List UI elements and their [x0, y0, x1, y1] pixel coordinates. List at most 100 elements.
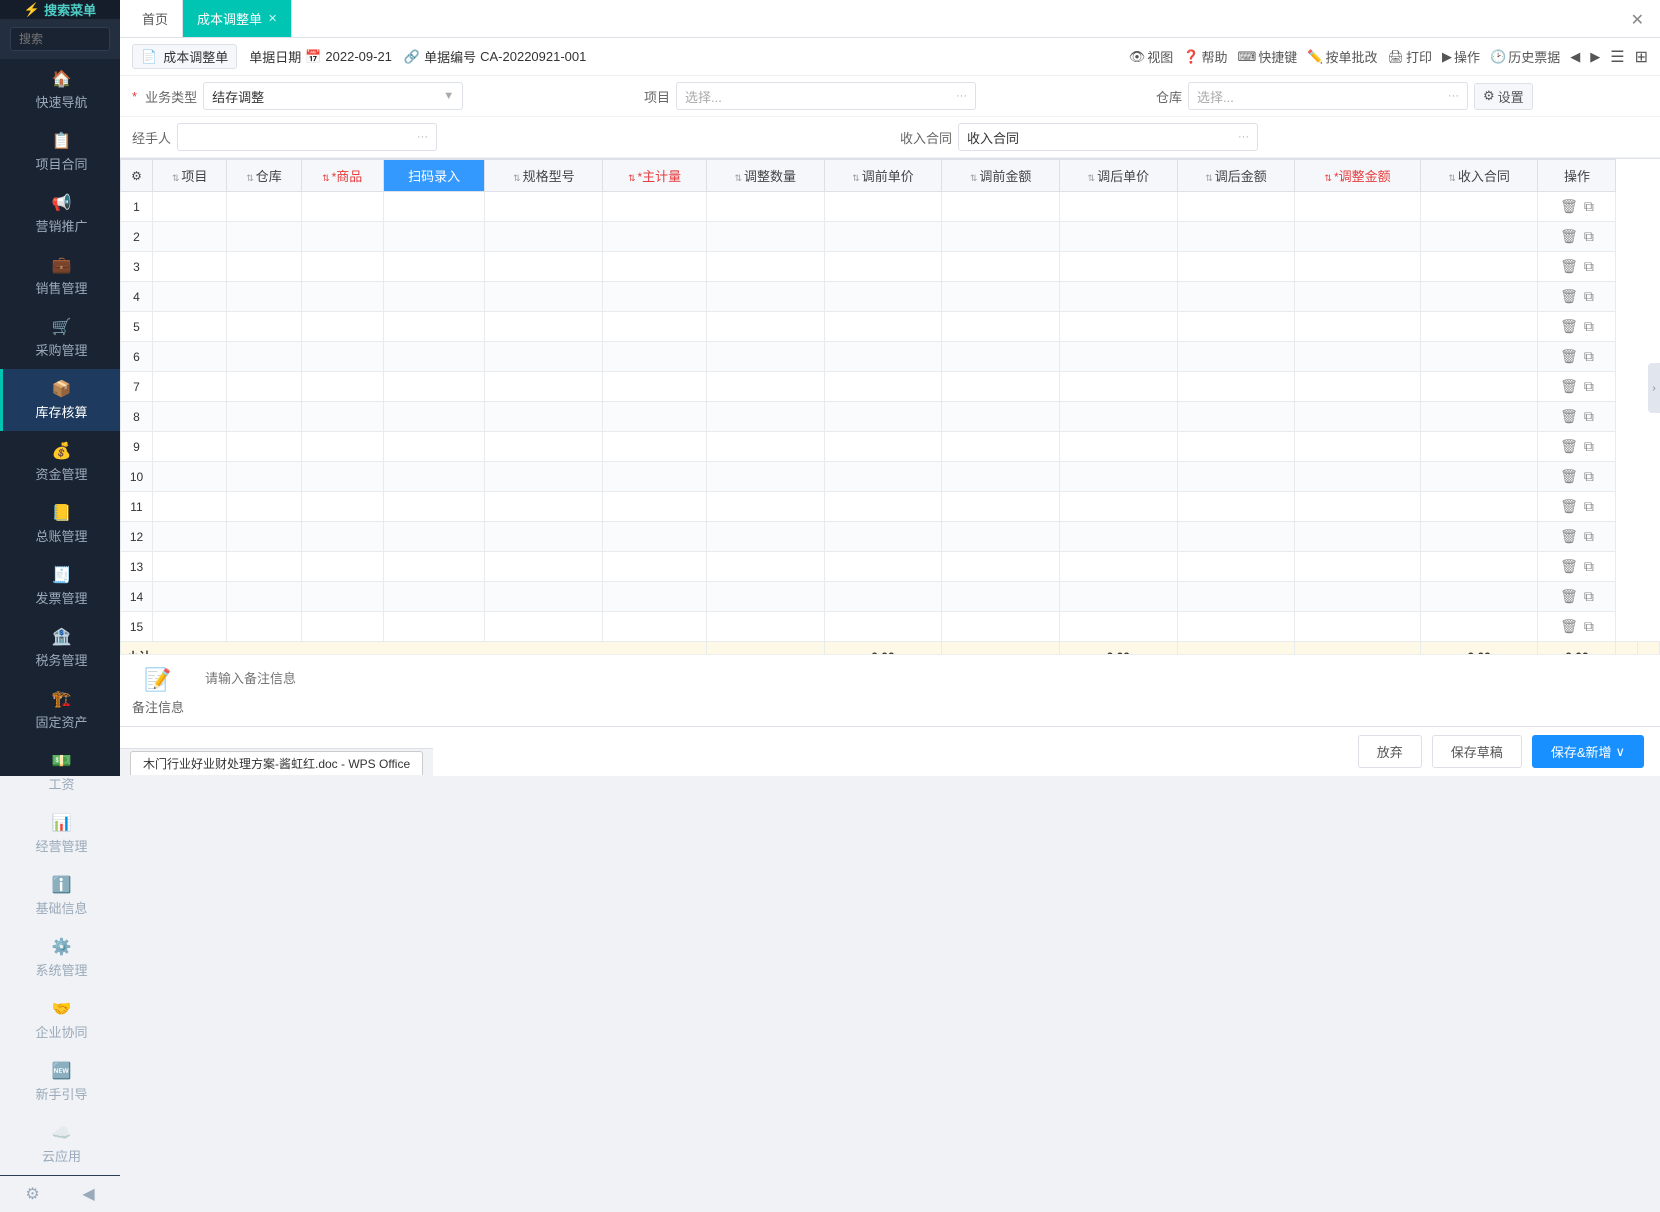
right-collapse-handle[interactable]: › — [1648, 363, 1660, 413]
table-cell[interactable] — [153, 582, 227, 612]
delete-row-button[interactable]: 🗑 — [1560, 228, 1578, 245]
table-cell[interactable] — [603, 252, 707, 282]
table-cell[interactable] — [942, 462, 1060, 492]
sidebar-item-sales-promotion[interactable]: 📢 营销推广 — [0, 183, 120, 245]
collapse-bottom-button[interactable]: ◀ — [82, 1184, 94, 1204]
table-cell[interactable] — [942, 432, 1060, 462]
table-cell[interactable] — [383, 402, 485, 432]
table-row[interactable]: 3🗑⧉ — [121, 252, 1660, 282]
table-cell[interactable] — [824, 222, 942, 252]
delete-row-button[interactable]: 🗑 — [1560, 408, 1578, 425]
table-cell[interactable] — [301, 522, 383, 552]
copy-row-button[interactable]: ⧉ — [1584, 288, 1594, 305]
table-cell[interactable] — [301, 492, 383, 522]
table-cell[interactable] — [1295, 312, 1420, 342]
table-cell[interactable] — [1059, 282, 1177, 312]
table-cell[interactable] — [383, 522, 485, 552]
action-cell[interactable]: 🗑⧉ — [1538, 192, 1616, 222]
table-cell[interactable] — [1295, 402, 1420, 432]
table-cell[interactable] — [706, 522, 824, 552]
table-cell[interactable] — [706, 222, 824, 252]
copy-row-button[interactable]: ⧉ — [1584, 348, 1594, 365]
warehouse-input[interactable]: 选择... ··· — [1188, 82, 1468, 110]
table-cell[interactable] — [485, 552, 603, 582]
batch-edit-btn[interactable]: ✏️ 按单批改 — [1307, 47, 1377, 66]
copy-row-button[interactable]: ⧉ — [1584, 588, 1594, 605]
table-cell[interactable] — [824, 492, 942, 522]
table-cell[interactable] — [227, 492, 301, 522]
table-cell[interactable] — [824, 522, 942, 552]
table-cell[interactable] — [706, 342, 824, 372]
table-cell[interactable] — [153, 402, 227, 432]
table-row[interactable]: 4🗑⧉ — [121, 282, 1660, 312]
table-row[interactable]: 1🗑⧉ — [121, 192, 1660, 222]
table-cell[interactable] — [824, 582, 942, 612]
table-cell[interactable] — [824, 372, 942, 402]
table-cell[interactable] — [824, 432, 942, 462]
table-cell[interactable] — [485, 522, 603, 552]
table-cell[interactable] — [1420, 462, 1538, 492]
sidebar-item-quick-nav[interactable]: 🏠 快速导航 — [0, 59, 120, 121]
table-cell[interactable] — [153, 192, 227, 222]
table-cell[interactable] — [227, 522, 301, 552]
table-cell[interactable] — [1295, 612, 1420, 642]
wps-tab[interactable]: 木门行业好业财处理方案-酱虹红.doc - WPS Office — [130, 751, 423, 775]
copy-row-button[interactable]: ⧉ — [1584, 438, 1594, 455]
col-scan-input[interactable]: 扫码录入 — [383, 160, 485, 192]
table-cell[interactable] — [227, 582, 301, 612]
sidebar-item-fund-mgmt[interactable]: 💰 资金管理 — [0, 431, 120, 493]
income-contract-input[interactable]: 收入合同 ··· — [958, 123, 1258, 151]
table-cell[interactable] — [153, 252, 227, 282]
table-cell[interactable] — [227, 252, 301, 282]
table-cell[interactable] — [153, 342, 227, 372]
copy-row-button[interactable]: ⧉ — [1584, 468, 1594, 485]
table-cell[interactable] — [227, 552, 301, 582]
table-cell[interactable] — [1295, 372, 1420, 402]
table-cell[interactable] — [485, 342, 603, 372]
table-cell[interactable] — [301, 552, 383, 582]
table-cell[interactable] — [1177, 312, 1295, 342]
table-cell[interactable] — [942, 492, 1060, 522]
table-cell[interactable] — [485, 372, 603, 402]
table-cell[interactable] — [942, 282, 1060, 312]
table-cell[interactable] — [824, 252, 942, 282]
table-cell[interactable] — [383, 552, 485, 582]
table-cell[interactable] — [942, 402, 1060, 432]
table-cell[interactable] — [485, 462, 603, 492]
sidebar-item-system-mgmt[interactable]: ⚙️ 系统管理 — [0, 927, 120, 989]
table-cell[interactable] — [706, 582, 824, 612]
table-cell[interactable] — [706, 252, 824, 282]
table-cell[interactable] — [1420, 372, 1538, 402]
table-cell[interactable] — [824, 402, 942, 432]
notes-input[interactable] — [196, 663, 1648, 718]
table-cell[interactable] — [383, 312, 485, 342]
sidebar-item-ledger-mgmt[interactable]: 📒 总账管理 — [0, 493, 120, 555]
table-cell[interactable] — [942, 342, 1060, 372]
table-row[interactable]: 14🗑⧉ — [121, 582, 1660, 612]
table-cell[interactable] — [1059, 582, 1177, 612]
sidebar-item-basic-info[interactable]: ℹ️ 基础信息 — [0, 865, 120, 927]
help-btn[interactable]: ❓ 帮助 — [1183, 47, 1227, 66]
table-cell[interactable] — [603, 492, 707, 522]
table-cell[interactable] — [942, 372, 1060, 402]
table-cell[interactable] — [1177, 612, 1295, 642]
table-cell[interactable] — [383, 282, 485, 312]
copy-row-button[interactable]: ⧉ — [1584, 528, 1594, 545]
delete-row-button[interactable]: 🗑 — [1560, 288, 1578, 305]
action-cell[interactable]: 🗑⧉ — [1538, 312, 1616, 342]
table-cell[interactable] — [824, 312, 942, 342]
table-cell[interactable] — [1059, 492, 1177, 522]
action-cell[interactable]: 🗑⧉ — [1538, 372, 1616, 402]
delete-row-button[interactable]: 🗑 — [1560, 438, 1578, 455]
table-cell[interactable] — [603, 462, 707, 492]
table-cell[interactable] — [1420, 252, 1538, 282]
copy-row-button[interactable]: ⧉ — [1584, 258, 1594, 275]
table-cell[interactable] — [383, 462, 485, 492]
action-cell[interactable]: 🗑⧉ — [1538, 402, 1616, 432]
table-cell[interactable] — [1059, 252, 1177, 282]
table-cell[interactable] — [227, 222, 301, 252]
table-row[interactable]: 11🗑⧉ — [121, 492, 1660, 522]
table-cell[interactable] — [706, 192, 824, 222]
table-cell[interactable] — [227, 402, 301, 432]
operation-btn[interactable]: ▶ 操作 — [1442, 47, 1480, 66]
